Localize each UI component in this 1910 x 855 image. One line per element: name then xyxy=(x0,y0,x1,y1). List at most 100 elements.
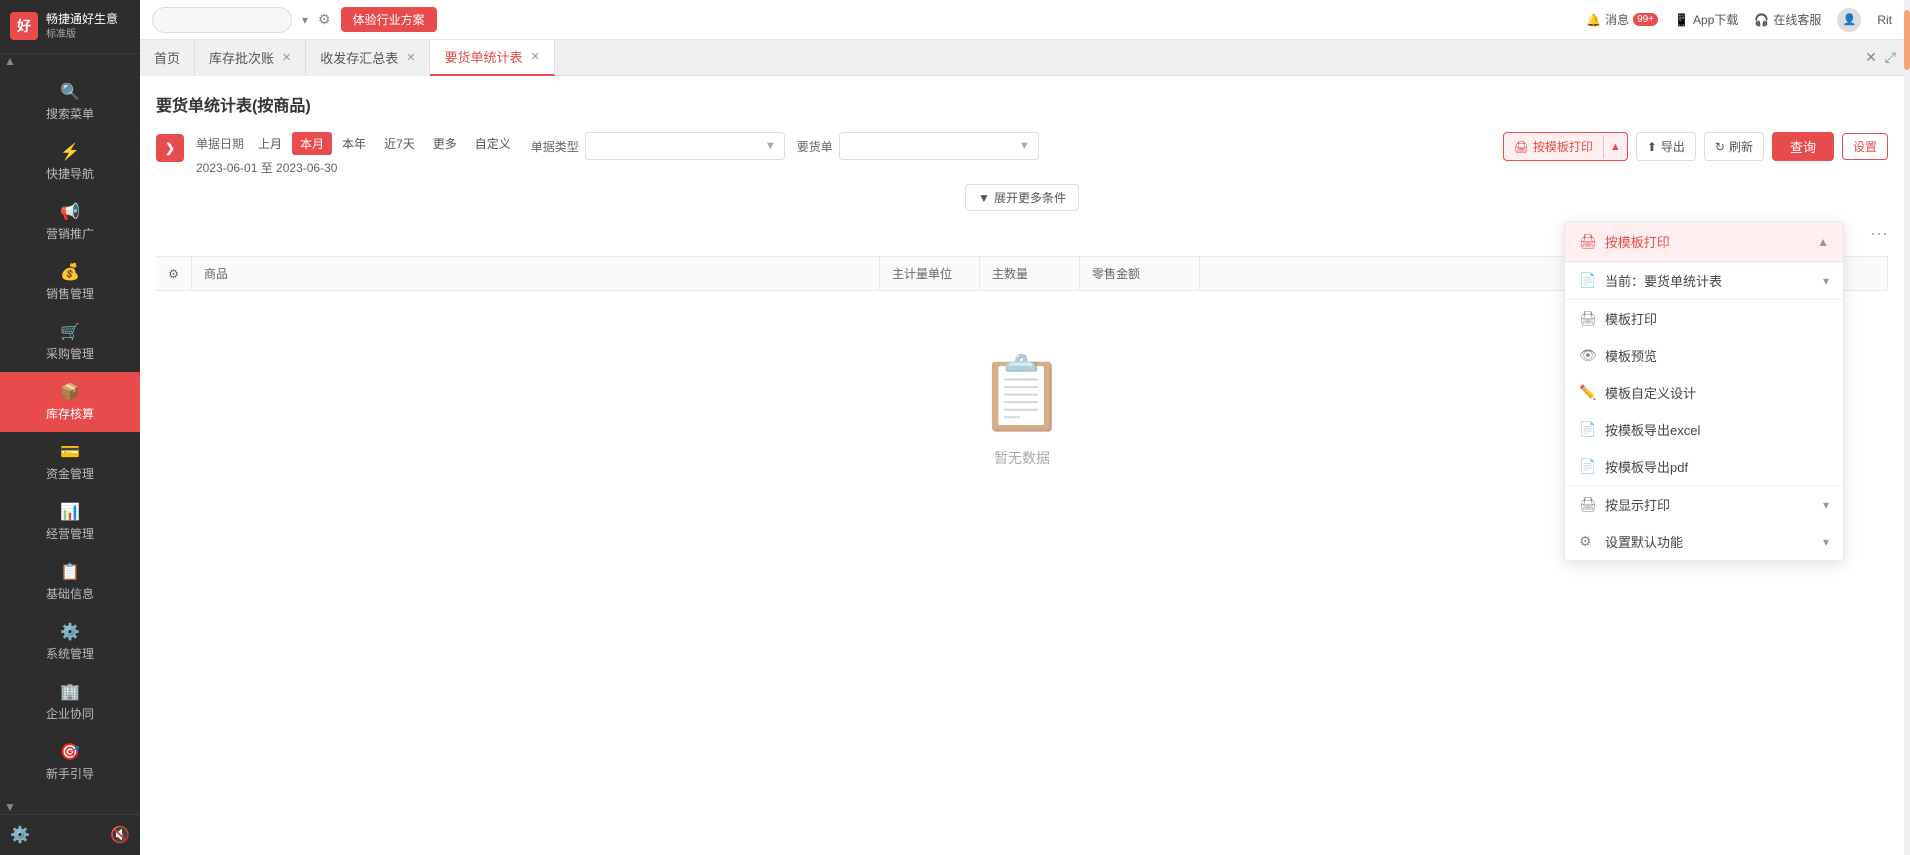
sales-icon: 💰 xyxy=(60,262,80,282)
avatar[interactable]: 👤 xyxy=(1837,8,1861,32)
export-button[interactable]: ⬆ 导出 xyxy=(1636,132,1696,161)
dropdown-item-export-excel[interactable]: 📄 按模板导出excel xyxy=(1565,411,1843,448)
tab-batch-account[interactable]: 库存批次账 ✕ xyxy=(195,40,306,76)
col-settings[interactable]: ⚙ xyxy=(156,257,192,290)
settings-icon[interactable]: ⚙️ xyxy=(10,825,30,845)
sidebar-item-enterprise[interactable]: 🏢 企业协同 xyxy=(0,672,140,732)
inventory-icon: 📦 xyxy=(60,382,80,402)
date-btn-7days[interactable]: 近7天 xyxy=(376,132,423,155)
dropdown-items-section: 🖨 模板打印 👁 模板预览 ✏️ 模板自定义设计 📄 按模板导出excel 📄 xyxy=(1565,300,1843,486)
printer-icon: 🖨 xyxy=(1514,140,1529,154)
filter-order-type-group: 单据类型 ▼ xyxy=(531,132,785,160)
sidebar-item-inventory[interactable]: 📦 库存核算 xyxy=(0,372,140,432)
date-label: 单据日期 xyxy=(196,135,244,152)
sidebar-item-system[interactable]: ⚙️ 系统管理 xyxy=(0,612,140,672)
tab-home[interactable]: 首页 xyxy=(140,40,195,76)
date-btn-more[interactable]: 更多 xyxy=(425,132,465,155)
tab-batch-account-close-icon[interactable]: ✕ xyxy=(282,51,291,64)
logo-text: 畅捷通好生意 标准版 xyxy=(46,12,118,41)
sidebar-item-marketing[interactable]: 📢 营销推广 xyxy=(0,192,140,252)
message-item[interactable]: 🔔 消息 99+ xyxy=(1586,11,1658,28)
tab-order-stats[interactable]: 要货单统计表 ✕ xyxy=(430,40,554,76)
dropdown-default-fn-item[interactable]: ⚙ 设置默认功能 ▾ xyxy=(1565,523,1843,560)
expand-more-button[interactable]: ▼ 展开更多条件 xyxy=(965,184,1079,211)
content-area: 要货单统计表(按商品) ❯ 单据日期 上月 本月 本年 近7天 更多 自定义 xyxy=(140,76,1904,855)
print-template-button[interactable]: 🖨 按模板打印 xyxy=(1504,133,1603,160)
print-template-chevron-icon[interactable]: ▲ xyxy=(1603,136,1627,158)
col-quantity: 主数量 xyxy=(980,257,1080,290)
tab-maximize-button[interactable]: ⤢ xyxy=(1885,49,1896,66)
guide-icon: 🎯 xyxy=(60,742,80,762)
dropdown-current-chevron-icon: ▾ xyxy=(1823,274,1829,288)
dropdown-display-print-item[interactable]: 🖨 按显示打印 ▾ xyxy=(1565,486,1843,523)
right-scrollbar[interactable] xyxy=(1904,0,1910,855)
sidebar-item-operations[interactable]: 📊 经营管理 xyxy=(0,492,140,552)
date-btn-custom[interactable]: 自定义 xyxy=(467,132,519,155)
tab-bar: 首页 库存批次账 ✕ 收发存汇总表 ✕ 要货单统计表 ✕ ✕ ⤢ xyxy=(140,40,1904,76)
mute-icon[interactable]: 🔇 xyxy=(110,825,130,845)
export-icon: ⬆ xyxy=(1647,140,1657,154)
dropdown-up-chevron-icon[interactable]: ▲ xyxy=(1817,235,1829,249)
username-label: Rit xyxy=(1877,13,1892,27)
date-btn-this-year[interactable]: 本年 xyxy=(334,132,374,155)
empty-illustration: 📋 xyxy=(977,351,1067,436)
topbar-chevron-icon[interactable]: ▾ xyxy=(302,13,308,27)
page-title: 要货单统计表(按商品) xyxy=(156,92,1888,116)
dropdown-item-template-design[interactable]: ✏️ 模板自定义设计 xyxy=(1565,374,1843,411)
filter-expand-button[interactable]: ❯ xyxy=(156,134,184,162)
scrollbar-thumb xyxy=(1904,10,1910,70)
col-goods: 商品 xyxy=(192,257,880,290)
more-options-icon[interactable]: ··· xyxy=(1870,223,1888,244)
dropdown-item-template-print[interactable]: 🖨 模板打印 xyxy=(1565,300,1843,337)
dropdown-header-left: 🖨 按模板打印 xyxy=(1579,232,1670,251)
sidebar-item-search[interactable]: 🔍 搜索菜单 xyxy=(0,72,140,132)
dropdown-item-export-pdf[interactable]: 📄 按模板导出pdf xyxy=(1565,448,1843,485)
topbar: ▾ ⚙ 体验行业方案 🔔 消息 99+ 📱 App下载 🎧 在线客服 👤 Rit xyxy=(140,0,1904,40)
dropdown-current-item[interactable]: 📄 当前：要货单统计表 ▾ xyxy=(1565,262,1843,299)
industry-solution-button[interactable]: 体验行业方案 xyxy=(341,7,437,32)
tab-receipt-summary[interactable]: 收发存汇总表 ✕ xyxy=(306,40,430,76)
sidebar-item-guide[interactable]: 🎯 新手引导 xyxy=(0,732,140,792)
filter-top-row: ❯ 单据日期 上月 本月 本年 近7天 更多 自定义 2023-06-01 至 … xyxy=(156,132,1888,176)
date-btn-last-month[interactable]: 上月 xyxy=(250,132,290,155)
dropdown-header: 🖨 按模板打印 ▲ xyxy=(1565,222,1843,262)
operations-icon: 📊 xyxy=(60,502,80,522)
col-unit: 主计量单位 xyxy=(880,257,980,290)
tab-receipt-summary-close-icon[interactable]: ✕ xyxy=(406,51,415,64)
top-action-area: 🖨 按模板打印 ▲ ⬆ 导出 ↻ 刷新 查询 设置 xyxy=(1503,132,1888,161)
sidebar-scroll-down[interactable]: ▼ xyxy=(0,800,20,814)
sidebar-item-finance[interactable]: 💳 资金管理 xyxy=(0,432,140,492)
settings-button[interactable]: 设置 xyxy=(1842,133,1888,160)
sidebar-item-basic[interactable]: 📋 基础信息 xyxy=(0,552,140,612)
sidebar-item-purchase[interactable]: 🛒 采购管理 xyxy=(0,312,140,372)
topbar-search-input[interactable] xyxy=(152,7,292,33)
query-button[interactable]: 查询 xyxy=(1772,132,1834,161)
expand-icon: ▼ xyxy=(978,191,990,205)
tab-order-stats-close-icon[interactable]: ✕ xyxy=(531,50,540,63)
basic-icon: 📋 xyxy=(60,562,80,582)
refresh-button[interactable]: ↻ 刷新 xyxy=(1704,132,1764,161)
sidebar-item-sales[interactable]: 💰 销售管理 xyxy=(0,252,140,312)
system-icon: ⚙️ xyxy=(60,622,80,642)
sidebar-scroll-up[interactable]: ▲ xyxy=(0,54,20,68)
dropdown-item-template-preview[interactable]: 👁 模板预览 xyxy=(1565,337,1843,374)
topbar-gear-icon[interactable]: ⚙ xyxy=(318,11,331,28)
goods-select[interactable]: ▼ xyxy=(839,132,1039,160)
tab-close-button[interactable]: ✕ xyxy=(1865,49,1877,66)
enterprise-icon: 🏢 xyxy=(60,682,80,702)
online-service-item[interactable]: 🎧 在线客服 xyxy=(1754,11,1821,28)
purchase-icon: 🛒 xyxy=(60,322,80,342)
dropdown-current-left: 📄 当前：要货单统计表 xyxy=(1579,271,1722,290)
sidebar-item-apps[interactable]: 🔲 应用中心 xyxy=(0,792,140,800)
refresh-icon: ↻ xyxy=(1715,140,1725,154)
order-type-select[interactable]: ▼ xyxy=(585,132,785,160)
search-icon: 🔍 xyxy=(60,82,80,102)
col-amount: 零售金额 xyxy=(1080,257,1200,290)
date-btn-this-month[interactable]: 本月 xyxy=(292,132,332,155)
phone-icon: 📱 xyxy=(1674,13,1689,27)
quick-nav-icon: ⚡ xyxy=(60,142,80,162)
sidebar-item-quick-nav[interactable]: ⚡ 快捷导航 xyxy=(0,132,140,192)
app-download-item[interactable]: 📱 App下载 xyxy=(1674,11,1738,28)
message-bell-icon: 🔔 xyxy=(1586,13,1601,27)
marketing-icon: 📢 xyxy=(60,202,80,222)
